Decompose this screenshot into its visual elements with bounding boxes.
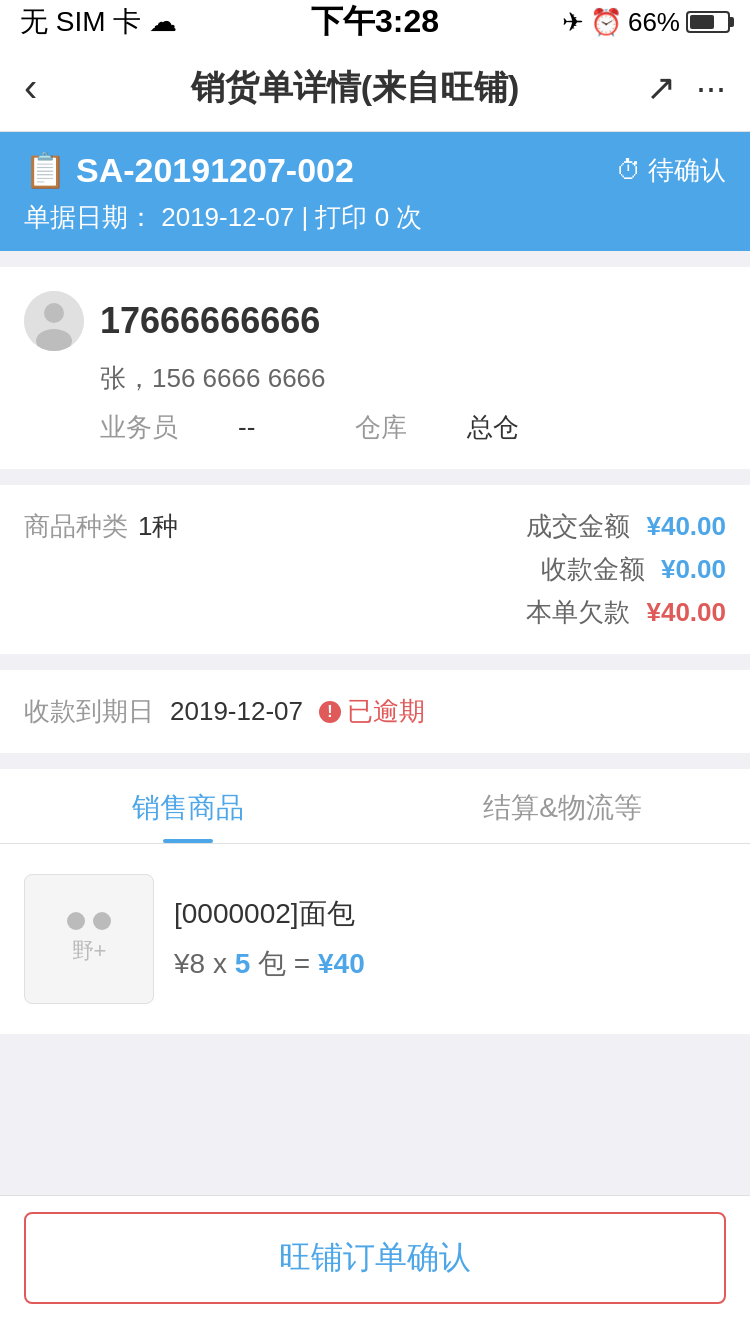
salesperson-value: -- [238, 412, 255, 443]
owed-row: 本单欠款 ¥40.00 [526, 595, 726, 630]
battery-percent: 66% [628, 7, 680, 38]
warehouse-label: 仓库 [355, 410, 407, 445]
product-total: ¥40 [318, 948, 365, 979]
back-button[interactable]: ‹ [24, 65, 84, 110]
owed-label: 本单欠款 [526, 595, 630, 630]
product-item: 野+ [0000002]面包 ¥8 x 5 包 = ¥40 [24, 864, 726, 1014]
product-type-value: 1种 [138, 509, 178, 544]
order-id-text: SA-20191207-002 [76, 151, 354, 190]
customer-meta: 业务员 -- 仓库 总仓 [100, 410, 726, 445]
due-date: 2019-12-07 [170, 696, 303, 727]
more-button[interactable]: ··· [696, 67, 726, 109]
summary-section: 商品种类 1种 成交金额 ¥40.00 收款金额 ¥0.00 本单欠款 ¥40.… [0, 485, 750, 654]
due-label: 收款到期日 [24, 694, 154, 729]
product-type-label: 商品种类 [24, 509, 128, 544]
confirm-button[interactable]: 旺铺订单确认 [24, 1212, 726, 1304]
tabs-row: 销售商品 结算&物流等 [0, 769, 750, 844]
status-left: 无 SIM 卡 ☁ [20, 3, 177, 41]
product-section: 野+ [0000002]面包 ¥8 x 5 包 = ¥40 [0, 844, 750, 1034]
sim-status: 无 SIM 卡 ☁ [20, 3, 177, 41]
overdue-icon: ! [319, 701, 341, 723]
order-status-text: 待确认 [648, 153, 726, 188]
svg-point-1 [44, 303, 64, 323]
clock-icon: ⏱ [616, 155, 642, 186]
payment-label: 收款金额 [541, 552, 645, 587]
logo-plus: 野+ [72, 936, 107, 966]
payment-row: 收款金额 ¥0.00 [541, 552, 726, 587]
product-name: [0000002]面包 [174, 895, 726, 933]
transaction-row: 成交金额 ¥40.00 [526, 509, 726, 544]
transaction-value: ¥40.00 [646, 511, 726, 542]
order-icon: 📋 [24, 150, 66, 190]
order-banner: 📋 SA-20191207-002 ⏱ 待确认 单据日期： 2019-12-07… [0, 132, 750, 251]
due-section: 收款到期日 2019-12-07 ! 已逾期 [0, 670, 750, 753]
warehouse-value: 总仓 [467, 410, 519, 445]
battery-icon [686, 11, 730, 33]
order-status: ⏱ 待确认 [616, 153, 726, 188]
tab-settlement[interactable]: 结算&物流等 [375, 769, 750, 843]
product-info: [0000002]面包 ¥8 x 5 包 = ¥40 [174, 895, 726, 983]
overdue-badge: ! 已逾期 [319, 694, 425, 729]
page-title: 销货单详情(来自旺铺) [84, 65, 626, 111]
product-thumbnail: 野+ [24, 874, 154, 1004]
share-button[interactable]: ↗ [646, 67, 676, 109]
owed-value: ¥40.00 [646, 597, 726, 628]
customer-section: 17666666666 张，156 6666 6666 业务员 -- 仓库 总仓 [0, 267, 750, 469]
overdue-text: 已逾期 [347, 694, 425, 729]
product-qty: 5 [235, 948, 251, 979]
payment-value: ¥0.00 [661, 554, 726, 585]
summary-right: 成交金额 ¥40.00 收款金额 ¥0.00 本单欠款 ¥40.00 [526, 509, 726, 630]
nav-actions: ↗ ··· [626, 67, 726, 109]
alarm-icon: ⏰ [590, 7, 622, 38]
salesperson-label: 业务员 [100, 410, 178, 445]
order-id: 📋 SA-20191207-002 [24, 150, 354, 190]
location-icon: ✈ [562, 7, 584, 38]
tab-products[interactable]: 销售商品 [0, 769, 375, 843]
order-date: 单据日期： 2019-12-07 | 打印 0 次 [24, 200, 726, 235]
tabs-section: 销售商品 结算&物流等 野+ [0000002]面包 [0, 769, 750, 1034]
customer-phone: 17666666666 [100, 300, 320, 342]
status-bar: 无 SIM 卡 ☁ 下午3:28 ✈ ⏰ 66% [0, 0, 750, 44]
bottom-bar: 旺铺订单确认 [0, 1195, 750, 1334]
product-type-row: 商品种类 1种 [24, 509, 178, 544]
product-price: ¥8 x 5 包 = ¥40 [174, 945, 726, 983]
transaction-label: 成交金额 [526, 509, 630, 544]
avatar [24, 291, 84, 351]
summary-left: 商品种类 1种 [24, 509, 178, 544]
nav-bar: ‹ 销货单详情(来自旺铺) ↗ ··· [0, 44, 750, 132]
customer-name: 张，156 6666 6666 [100, 361, 726, 396]
status-right: ✈ ⏰ 66% [562, 7, 730, 38]
status-time: 下午3:28 [311, 0, 439, 44]
